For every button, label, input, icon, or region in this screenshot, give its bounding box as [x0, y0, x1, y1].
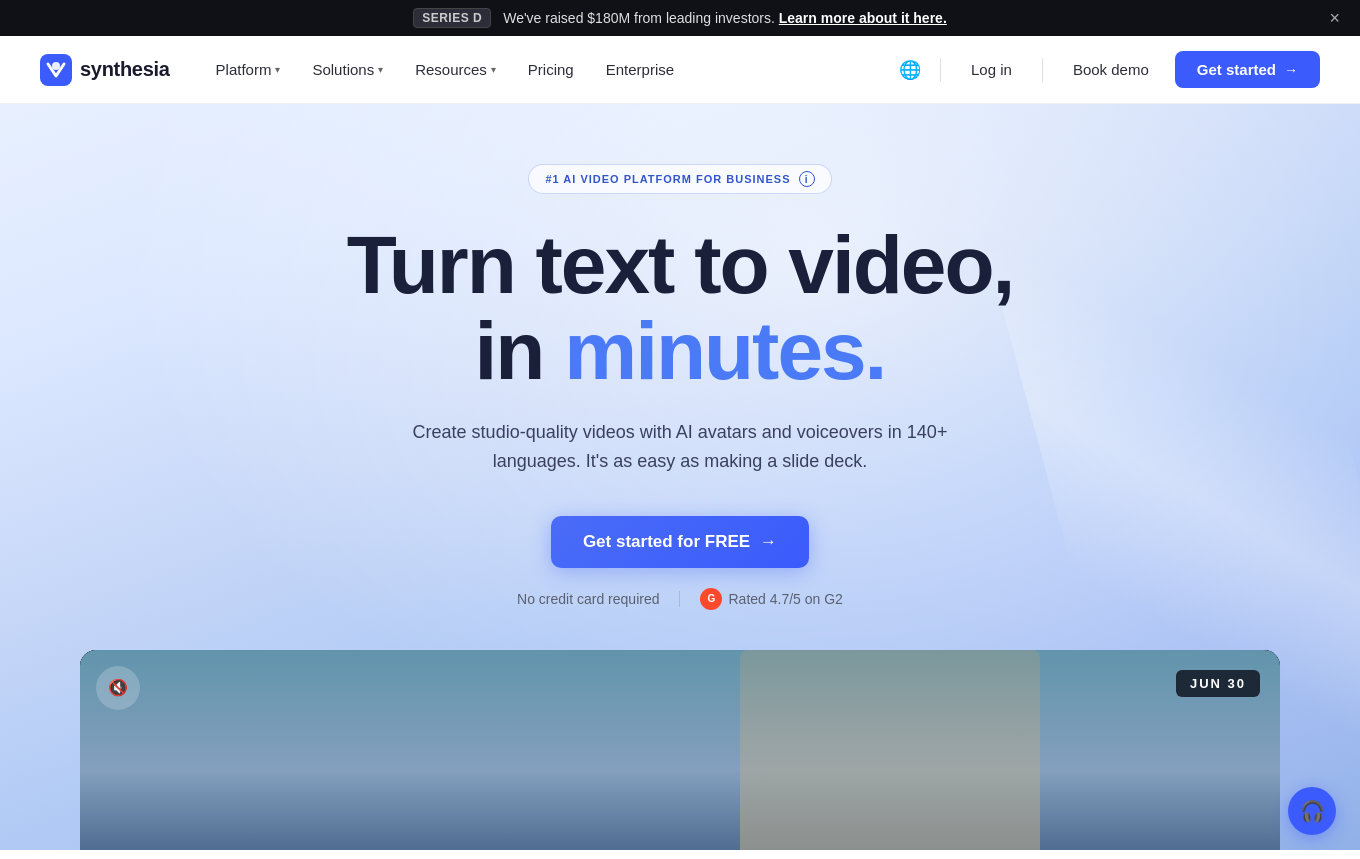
headphones-icon: 🎧 [1300, 799, 1325, 823]
arrow-right-icon: → [1284, 62, 1298, 78]
video-presenter [740, 650, 1040, 850]
nav-right: 🌐 Log in Book demo Get started → [892, 51, 1320, 88]
nav-left: synthesia Platform ▾ Solutions ▾ Resourc… [40, 53, 688, 86]
nav-item-pricing[interactable]: Pricing [514, 53, 588, 86]
get-started-button[interactable]: Get started → [1175, 51, 1320, 88]
nav-item-solutions[interactable]: Solutions ▾ [298, 53, 397, 86]
logo[interactable]: synthesia [40, 54, 170, 86]
hero-title: Turn text to video, in minutes. [347, 222, 1014, 394]
nav-item-enterprise[interactable]: Enterprise [592, 53, 688, 86]
logo-text: synthesia [80, 58, 170, 81]
chevron-down-icon: ▾ [378, 64, 383, 75]
hero-cta: Get started for FREE → [551, 516, 809, 568]
hero-subtitle: Create studio-quality videos with AI ava… [400, 418, 960, 476]
video-container: JUN 30 🔇 [80, 650, 1280, 850]
language-button[interactable]: 🌐 [892, 52, 928, 88]
logo-icon [40, 54, 72, 86]
nav-item-platform[interactable]: Platform ▾ [202, 53, 295, 86]
announcement-link[interactable]: Learn more about it here. [779, 10, 947, 26]
video-background [80, 650, 1280, 850]
cta-primary-button[interactable]: Get started for FREE → [551, 516, 809, 568]
announcement-bar: SERIES D We've raised $180M from leading… [0, 0, 1360, 36]
nav-item-resources[interactable]: Resources ▾ [401, 53, 510, 86]
hero-section: #1 AI VIDEO PLATFORM FOR BUSINESS i Turn… [0, 104, 1360, 850]
video-overlay: JUN 30 [80, 650, 1280, 850]
login-button[interactable]: Log in [953, 53, 1030, 86]
series-badge: SERIES D [413, 8, 491, 28]
nav-divider [940, 58, 941, 82]
announcement-close-button[interactable]: × [1329, 9, 1340, 27]
hero-trust: No credit card required G Rated 4.7/5 on… [517, 588, 843, 610]
hero-badge: #1 AI VIDEO PLATFORM FOR BUSINESS i [528, 164, 831, 194]
video-mute-button[interactable]: 🔇 [96, 666, 140, 710]
g2-logo: G [700, 588, 722, 610]
video-inner: JUN 30 🔇 [80, 650, 1280, 850]
video-date-badge: JUN 30 [1176, 670, 1260, 697]
book-demo-button[interactable]: Book demo [1055, 53, 1167, 86]
chevron-down-icon: ▾ [491, 64, 496, 75]
info-icon: i [799, 171, 815, 187]
navbar: synthesia Platform ▾ Solutions ▾ Resourc… [0, 36, 1360, 104]
support-chat-button[interactable]: 🎧 [1288, 787, 1336, 835]
arrow-right-icon: → [760, 532, 777, 552]
nav-items: Platform ▾ Solutions ▾ Resources ▾ Prici… [202, 53, 689, 86]
nav-divider-2 [1042, 58, 1043, 82]
g2-badge: G Rated 4.7/5 on G2 [700, 588, 842, 610]
mute-icon: 🔇 [108, 678, 128, 697]
announcement-text: We've raised $180M from leading investor… [503, 10, 947, 26]
trust-divider [679, 591, 680, 607]
svg-rect-1 [52, 62, 60, 70]
globe-icon: 🌐 [899, 59, 921, 81]
chevron-down-icon: ▾ [275, 64, 280, 75]
